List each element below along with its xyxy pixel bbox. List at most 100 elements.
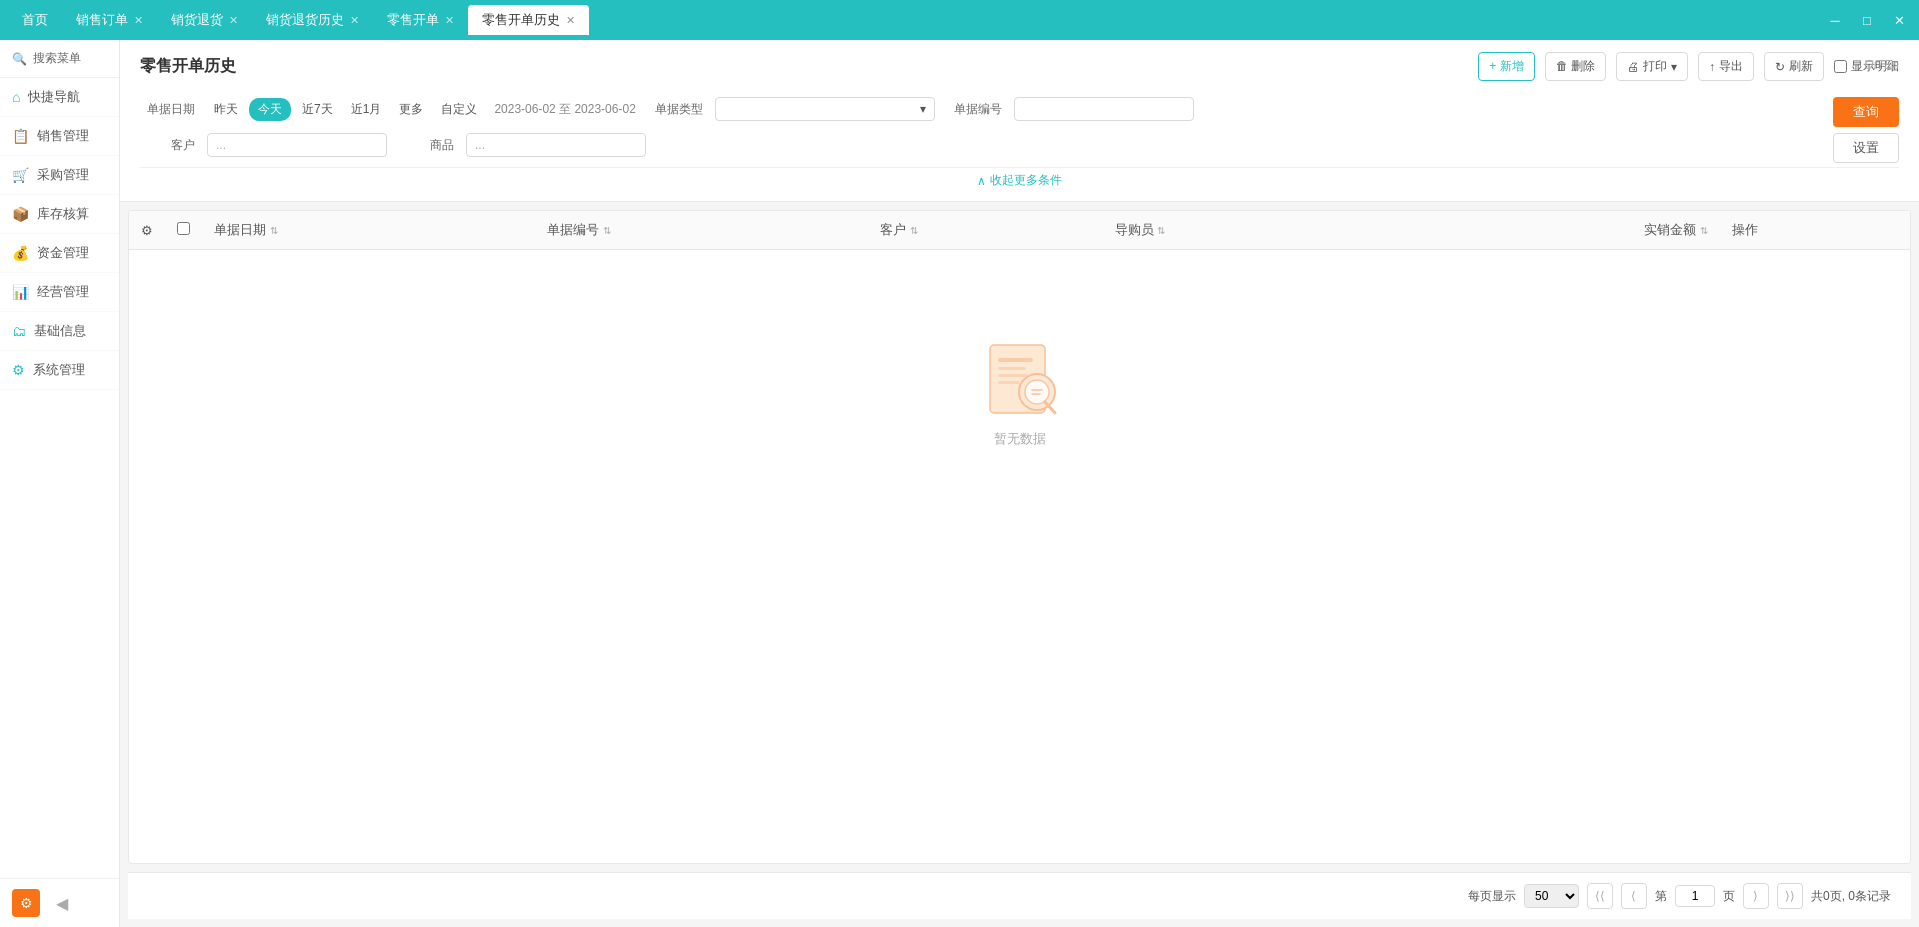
tab-retail-open-history-close[interactable]: ✕: [566, 14, 575, 27]
delete-button[interactable]: 🗑 删除: [1545, 52, 1606, 81]
page-header: 零售开单历史 + 新增 🗑 删除 🖨 打印 ▾ ↑ 导出 ↻: [120, 40, 1919, 202]
date-btn-7days[interactable]: 近7天: [295, 98, 340, 121]
filter-area: 单据日期 昨天 今天 近7天 近1月 更多 自定义 2023-06-02 至 2…: [140, 91, 1899, 201]
tab-sales-return-history-label: 销货退货历史: [266, 11, 344, 29]
brand-badge: OfTEn: [1864, 58, 1899, 72]
sidebar-search[interactable]: 🔍 搜索菜单: [0, 40, 119, 78]
th-salesperson[interactable]: 导购员 ⇅: [1103, 211, 1387, 250]
tab-sales-return-close[interactable]: ✕: [229, 14, 238, 27]
salesperson-sort-icon[interactable]: ⇅: [1157, 225, 1165, 236]
pagination-summary: 共0页, 0条记录: [1811, 888, 1891, 905]
tab-home[interactable]: 首页: [8, 5, 62, 35]
tab-retail-open-close[interactable]: ✕: [445, 14, 454, 27]
sidebar-item-purchase-mgmt-label: 采购管理: [37, 166, 89, 184]
filter-row-1: 单据日期 昨天 今天 近7天 近1月 更多 自定义 2023-06-02 至 2…: [140, 91, 1821, 127]
page-title-row: 零售开单历史 + 新增 🗑 删除 🖨 打印 ▾ ↑ 导出 ↻: [140, 52, 1899, 81]
collapse-label: 收起更多条件: [990, 172, 1062, 189]
doc-type-label: 单据类型: [648, 101, 703, 118]
window-minimize[interactable]: ─: [1823, 8, 1847, 32]
window-close[interactable]: ✕: [1887, 8, 1911, 32]
th-amount[interactable]: 实销金额 ⇅: [1387, 211, 1720, 250]
date-sort-icon[interactable]: ⇅: [270, 225, 278, 236]
sidebar-item-operations[interactable]: 📊 经营管理: [0, 273, 119, 312]
tab-sales-return-history-close[interactable]: ✕: [350, 14, 359, 27]
amount-sort-icon[interactable]: ⇅: [1700, 225, 1708, 236]
tab-sales-order[interactable]: 销售订单 ✕: [62, 5, 157, 35]
th-checkbox[interactable]: [165, 211, 202, 250]
th-no[interactable]: 单据编号 ⇅: [535, 211, 868, 250]
print-button[interactable]: 🖨 打印 ▾: [1616, 52, 1688, 81]
date-btn-today[interactable]: 今天: [249, 98, 291, 121]
tab-sales-return-history[interactable]: 销货退货历史 ✕: [252, 5, 373, 35]
select-all-checkbox[interactable]: [177, 222, 190, 235]
refresh-button[interactable]: ↻ 刷新: [1764, 52, 1824, 81]
th-salesperson-label: 导购员: [1115, 222, 1154, 237]
sidebar-item-operations-label: 经营管理: [37, 283, 89, 301]
svg-point-6: [1025, 380, 1049, 404]
customer-input[interactable]: ...: [207, 133, 387, 157]
tab-retail-open[interactable]: 零售开单 ✕: [373, 5, 468, 35]
sidebar-item-finance[interactable]: 💰 资金管理: [0, 234, 119, 273]
print-label: 打印: [1643, 58, 1667, 75]
goods-ellipsis-icon: ...: [475, 138, 485, 152]
prev-page-button[interactable]: ⟨: [1621, 883, 1647, 909]
sidebar-collapse-button[interactable]: ◀: [48, 889, 76, 917]
sales-icon: 📋: [12, 128, 29, 144]
last-page-button[interactable]: ⟩⟩: [1777, 883, 1803, 909]
date-btn-1month[interactable]: 近1月: [344, 98, 389, 121]
sidebar-item-system[interactable]: ⚙ 系统管理: [0, 351, 119, 390]
th-no-label: 单据编号: [547, 222, 599, 237]
export-label: 导出: [1719, 58, 1743, 75]
table-header-row: ⚙ 单据日期 ⇅ 单据编号 ⇅: [129, 211, 1910, 250]
sidebar-item-inventory[interactable]: 📦 库存核算: [0, 195, 119, 234]
sidebar-gear-button[interactable]: ⚙: [12, 889, 40, 917]
sidebar: 🔍 搜索菜单 ⌂ 快捷导航 📋 销售管理 🛒 采购管理 📦 库存核算 💰 资金管…: [0, 40, 120, 927]
basic-info-icon: 🗂: [12, 323, 26, 339]
next-page-button[interactable]: ⟩: [1743, 883, 1769, 909]
per-page-label: 每页显示: [1468, 888, 1516, 905]
empty-illustration: [965, 330, 1075, 430]
window-maximize[interactable]: □: [1855, 8, 1879, 32]
date-label: 单据日期: [140, 101, 195, 118]
tab-sales-return[interactable]: 销货退货 ✕: [157, 5, 252, 35]
svg-rect-4: [998, 381, 1020, 384]
page-label: 第: [1655, 888, 1667, 905]
doc-no-label: 单据编号: [947, 101, 1002, 118]
table-container: ⚙ 单据日期 ⇅ 单据编号 ⇅: [128, 210, 1911, 864]
tab-sales-order-label: 销售订单: [76, 11, 128, 29]
tab-retail-open-history[interactable]: 零售开单历史 ✕: [468, 5, 589, 35]
customer-sort-icon[interactable]: ⇅: [910, 225, 918, 236]
export-button[interactable]: ↑ 导出: [1698, 52, 1754, 81]
first-page-button[interactable]: ⟨⟨: [1587, 883, 1613, 909]
th-settings[interactable]: ⚙: [129, 211, 165, 250]
date-btn-custom[interactable]: 自定义: [434, 98, 484, 121]
sidebar-item-system-label: 系统管理: [33, 361, 85, 379]
tab-sales-order-close[interactable]: ✕: [134, 14, 143, 27]
collapse-more-btn[interactable]: ∧ 收起更多条件: [140, 167, 1899, 193]
display-detail-input[interactable]: [1834, 60, 1847, 73]
doc-no-input[interactable]: [1014, 97, 1194, 121]
sidebar-item-sales-mgmt[interactable]: 📋 销售管理: [0, 117, 119, 156]
date-btn-yesterday[interactable]: 昨天: [207, 98, 245, 121]
th-date[interactable]: 单据日期 ⇅: [202, 211, 535, 250]
sidebar-item-basic-info[interactable]: 🗂 基础信息: [0, 312, 119, 351]
date-btn-more[interactable]: 更多: [392, 98, 430, 121]
goods-input[interactable]: ...: [466, 133, 646, 157]
page-number-input[interactable]: 1: [1675, 885, 1715, 907]
sidebar-item-quick-nav[interactable]: ⌂ 快捷导航: [0, 78, 119, 117]
sidebar-item-purchase-mgmt[interactable]: 🛒 采购管理: [0, 156, 119, 195]
sidebar-item-finance-label: 资金管理: [37, 244, 89, 262]
filter-row-2: 客户 ... 商品 ...: [140, 127, 1821, 163]
no-sort-icon[interactable]: ⇅: [603, 225, 611, 236]
settings-icon[interactable]: ⚙: [141, 223, 153, 238]
query-button[interactable]: 查询: [1833, 97, 1899, 127]
th-customer[interactable]: 客户 ⇅: [868, 211, 1102, 250]
table-body: 暂无数据: [129, 250, 1910, 529]
add-button[interactable]: + 新增: [1478, 52, 1534, 81]
refresh-icon: ↻: [1775, 60, 1785, 74]
home-icon: ⌂: [12, 89, 20, 105]
doc-type-select[interactable]: ▾: [715, 97, 935, 121]
top-tabbar: 首页 销售订单 ✕ 销货退货 ✕ 销货退货历史 ✕ 零售开单 ✕ 零售开单历史 …: [0, 0, 1919, 40]
settings-button[interactable]: 设置: [1833, 133, 1899, 163]
page-size-select[interactable]: 50 100 200: [1524, 884, 1579, 908]
